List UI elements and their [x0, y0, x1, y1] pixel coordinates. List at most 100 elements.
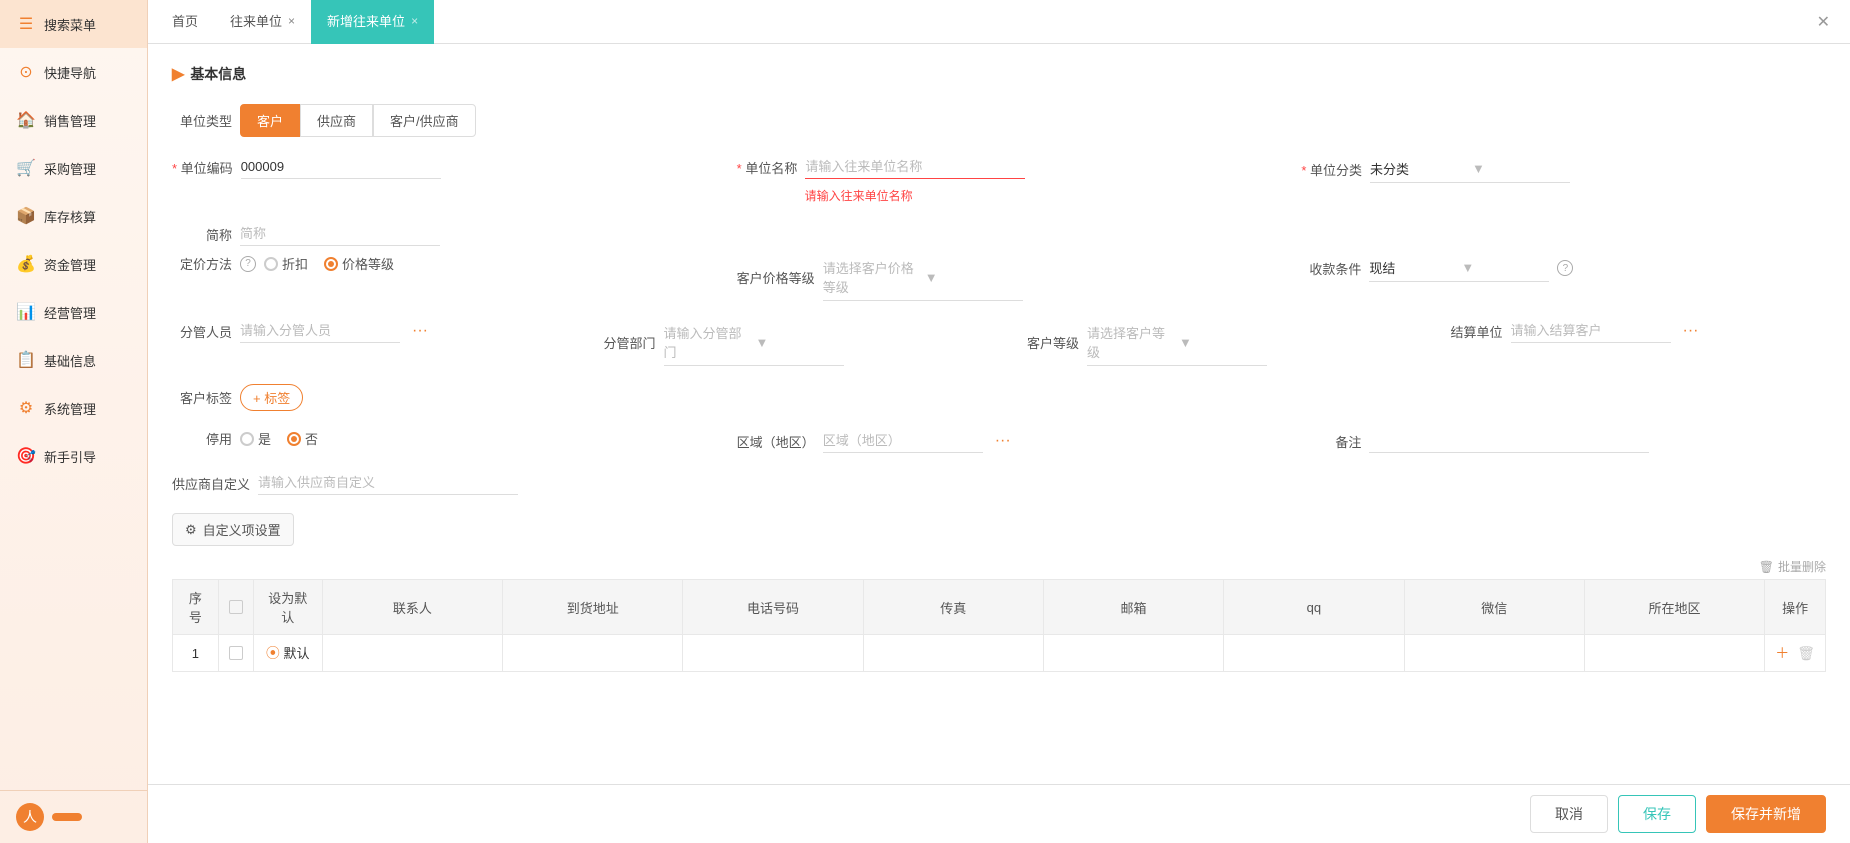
form-row-pricing: 定价方法 ? 折扣 价格等级 客户价格等级 请选择客户价格等级: [172, 254, 1826, 301]
payment-terms-value: 现结: [1369, 258, 1457, 277]
settlement-unit-more[interactable]: ···: [1679, 322, 1703, 340]
unit-category-select[interactable]: 未分类 ▼: [1370, 155, 1570, 183]
sidebar-item-finance[interactable]: 💰 资金管理: [0, 240, 147, 288]
row-default: ⦿ 默认: [253, 635, 322, 672]
row-email[interactable]: [1043, 635, 1223, 672]
row-qq[interactable]: [1224, 635, 1404, 672]
payment-terms-select[interactable]: 现结 ▼: [1369, 254, 1549, 282]
manager-more[interactable]: ···: [408, 322, 432, 340]
region-input[interactable]: [823, 429, 983, 453]
disabled-yes-label: 是: [258, 429, 271, 448]
customer-level-select[interactable]: 请选择客户等级 ▼: [1087, 319, 1267, 366]
footer: 取消 保存 保存并新增: [148, 784, 1850, 843]
sidebar-item-search[interactable]: ☰ 搜索菜单: [0, 0, 147, 48]
row-checkbox[interactable]: [229, 646, 243, 660]
customer-price-select[interactable]: 请选择客户价格等级 ▼: [823, 254, 1023, 301]
remark-input[interactable]: [1369, 429, 1649, 453]
sidebar-item-operations[interactable]: 📊 经营管理: [0, 288, 147, 336]
tab-unit-list[interactable]: 往来单位 ×: [214, 0, 311, 44]
row-contact[interactable]: [322, 635, 502, 672]
settlement-unit-input[interactable]: [1511, 319, 1671, 343]
add-row-icon[interactable]: ＋: [1775, 643, 1789, 663]
section-title: 基本信息: [190, 64, 246, 84]
col-fax: 传真: [863, 580, 1043, 635]
row-region[interactable]: [1584, 635, 1764, 672]
disabled-no[interactable]: 否: [287, 429, 318, 448]
tab-new-unit[interactable]: 新增往来单位 ×: [311, 0, 434, 44]
unit-name-input[interactable]: [805, 155, 1025, 179]
tab-unit-list-close[interactable]: ×: [288, 14, 295, 28]
row-phone[interactable]: [683, 635, 863, 672]
email-input[interactable]: [1054, 646, 1213, 661]
unit-type-label: 单位类型: [172, 111, 232, 130]
payment-terms-help-icon[interactable]: ?: [1557, 260, 1573, 276]
disabled-yes[interactable]: 是: [240, 429, 271, 448]
field-customer-tag: 客户标签 + 标签: [172, 384, 1826, 411]
close-all-tabs[interactable]: ✕: [1805, 12, 1842, 32]
field-disabled: 停用 是 否: [172, 429, 697, 448]
save-button[interactable]: 保存: [1618, 795, 1696, 833]
sidebar-item-system[interactable]: ⚙ 系统管理: [0, 384, 147, 432]
pricing-price-level[interactable]: 价格等级: [324, 254, 394, 273]
address-input[interactable]: [513, 646, 672, 661]
sidebar-item-label: 库存核算: [44, 207, 96, 226]
col-email: 邮箱: [1043, 580, 1223, 635]
row-fax[interactable]: [863, 635, 1043, 672]
customer-level-placeholder: 请选择客户等级: [1087, 323, 1175, 361]
sidebar-item-quick-nav[interactable]: ⊙ 快捷导航: [0, 48, 147, 96]
field-unit-type: 单位类型 客户 供应商 客户/供应商: [172, 104, 1826, 137]
row-region-input[interactable]: [1595, 646, 1754, 661]
department-select[interactable]: 请输入分管部门 ▼: [664, 319, 844, 366]
pricing-price-level-radio: [324, 257, 338, 271]
qq-input[interactable]: [1234, 646, 1393, 661]
field-payment-terms: 收款条件 现结 ▼ ?: [1301, 254, 1826, 282]
supplier-custom-input[interactable]: [258, 471, 518, 495]
unit-type-both[interactable]: 客户/供应商: [373, 104, 476, 137]
fax-input[interactable]: [874, 646, 1033, 661]
manager-input[interactable]: [240, 319, 400, 343]
row-address[interactable]: [503, 635, 683, 672]
tab-home[interactable]: 首页: [156, 0, 214, 44]
pricing-discount[interactable]: 折扣: [264, 254, 308, 273]
unit-code-input[interactable]: [241, 155, 441, 179]
select-all-checkbox[interactable]: [229, 600, 243, 614]
row-wechat[interactable]: [1404, 635, 1584, 672]
supplier-custom-label: 供应商自定义: [172, 474, 250, 493]
customer-price-placeholder: 请选择客户价格等级: [823, 258, 921, 296]
customer-tag-label: 客户标签: [172, 388, 232, 407]
short-name-input[interactable]: [240, 222, 440, 246]
default-radio[interactable]: ⦿: [266, 645, 280, 661]
custom-settings-button[interactable]: ⚙ 自定义项设置: [172, 513, 294, 546]
sidebar-collapse-bar[interactable]: [52, 813, 82, 821]
contact-input[interactable]: [333, 646, 492, 661]
sidebar-item-inventory[interactable]: 📦 库存核算: [0, 192, 147, 240]
sidebar-item-basic-info[interactable]: 📋 基础信息: [0, 336, 147, 384]
remark-label: 备注: [1301, 432, 1361, 451]
phone-input[interactable]: [693, 646, 852, 661]
disabled-yes-radio: [240, 432, 254, 446]
form-row-short-name: 简称: [172, 222, 1826, 246]
sidebar-item-guide[interactable]: 🎯 新手引导: [0, 432, 147, 480]
field-customer-price-level: 客户价格等级 请选择客户价格等级 ▼: [737, 254, 1262, 301]
delete-row-icon[interactable]: 🗑: [1797, 645, 1815, 662]
pricing-discount-label: 折扣: [282, 254, 308, 273]
sidebar-item-sales[interactable]: 🏠 销售管理: [0, 96, 147, 144]
tab-new-unit-close[interactable]: ×: [411, 14, 418, 28]
save-new-button[interactable]: 保存并新增: [1706, 795, 1826, 833]
disabled-no-radio: [287, 432, 301, 446]
unit-type-group: 客户 供应商 客户/供应商: [240, 104, 476, 137]
finance-icon: 💰: [16, 254, 36, 274]
col-phone: 电话号码: [683, 580, 863, 635]
wechat-input[interactable]: [1415, 646, 1574, 661]
add-tag-button[interactable]: + 标签: [240, 384, 303, 411]
form-row-manager: 分管人员 ··· 分管部门 请输入分管部门 ▼ 客户等级 请选择客户等级 ▼ 结…: [172, 319, 1826, 366]
region-more[interactable]: ···: [991, 432, 1015, 450]
unit-type-supplier[interactable]: 供应商: [300, 104, 373, 137]
row-seq: 1: [173, 635, 219, 672]
unit-type-customer[interactable]: 客户: [240, 104, 300, 137]
cancel-button[interactable]: 取消: [1530, 795, 1608, 833]
guide-icon: 🎯: [16, 446, 36, 466]
form-row-code-name-category: 单位编码 单位名称 请输入往来单位名称 单位分类 未分类 ▼: [172, 155, 1826, 204]
sidebar-item-purchase[interactable]: 🛒 采购管理: [0, 144, 147, 192]
pricing-help-icon[interactable]: ?: [240, 256, 256, 272]
